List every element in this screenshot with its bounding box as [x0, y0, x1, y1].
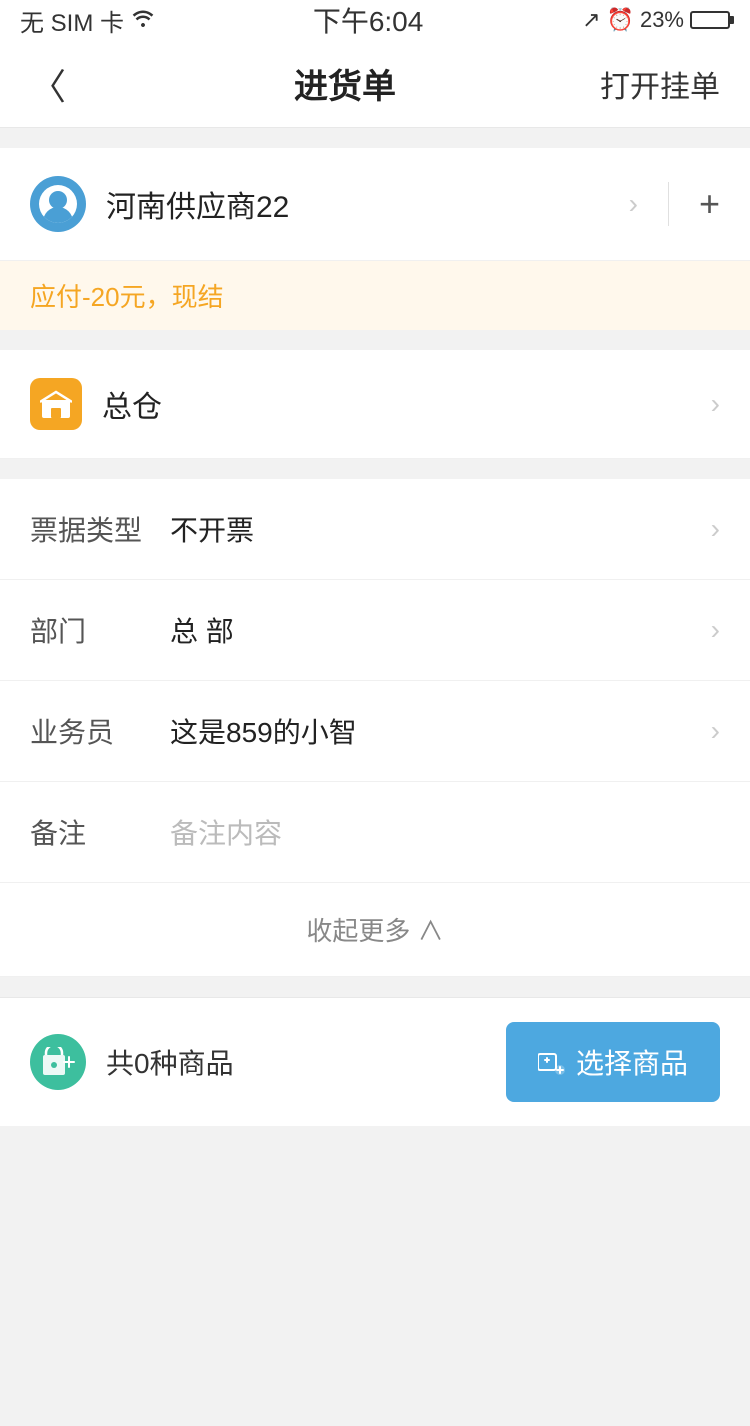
- salesman-value: 这是859的小智: [170, 711, 711, 751]
- product-icon: [30, 1034, 86, 1090]
- product-count: 共0种商品: [106, 1042, 506, 1082]
- salesman-label: 业务员: [30, 711, 170, 751]
- remark-label: 备注: [30, 812, 170, 852]
- department-label: 部门: [30, 610, 170, 650]
- department-row[interactable]: 部门 总 部 ›: [0, 580, 750, 681]
- department-value: 总 部: [170, 610, 711, 650]
- collapse-label: 收起更多 ∧: [306, 911, 443, 948]
- invoice-type-row[interactable]: 票据类型 不开票 ›: [0, 479, 750, 580]
- avatar-body: [43, 207, 73, 223]
- nav-bar: 〈 进货单 打开挂单: [0, 40, 750, 128]
- carrier-label: 无 SIM 卡: [20, 3, 124, 38]
- status-bar: 无 SIM 卡 下午6:04 ↗ ⏰ 23%: [0, 0, 750, 40]
- status-time: 下午6:04: [313, 0, 424, 40]
- gap-3: [0, 459, 750, 479]
- supplier-avatar: [30, 176, 86, 232]
- warehouse-section: 总仓 ›: [0, 350, 750, 459]
- location-icon: ↗: [582, 7, 600, 33]
- warehouse-name: 总仓: [102, 382, 711, 426]
- gap-2: [0, 330, 750, 350]
- notice-bar: 应付-20元，现结: [0, 261, 750, 330]
- status-right: ↗ ⏰ 23%: [582, 7, 730, 33]
- warehouse-chevron-icon: ›: [711, 388, 720, 420]
- add-supplier-button[interactable]: +: [699, 183, 720, 225]
- bottom-area: [0, 1126, 750, 1426]
- warehouse-icon: [30, 378, 82, 430]
- back-button[interactable]: 〈: [30, 58, 90, 110]
- supplier-section: 河南供应商22 › + 应付-20元，现结: [0, 148, 750, 330]
- salesman-chevron-icon: ›: [711, 715, 720, 747]
- page-title: 进货单: [294, 59, 396, 108]
- select-product-button[interactable]: 选择商品: [506, 1022, 720, 1102]
- battery-icon: [690, 11, 730, 29]
- wifi-icon: [132, 6, 154, 34]
- remark-row[interactable]: 备注 备注内容: [0, 782, 750, 883]
- collapse-toggle[interactable]: 收起更多 ∧: [0, 883, 750, 977]
- supplier-name: 河南供应商22: [106, 182, 629, 226]
- status-left: 无 SIM 卡: [20, 3, 154, 38]
- divider: [668, 182, 669, 226]
- gap-1: [0, 128, 750, 148]
- avatar-inner: [39, 185, 77, 223]
- invoice-type-chevron-icon: ›: [711, 513, 720, 545]
- supplier-actions: › +: [629, 182, 720, 226]
- supplier-chevron-icon: ›: [629, 188, 638, 220]
- warehouse-row[interactable]: 总仓 ›: [0, 350, 750, 459]
- notice-text: 应付-20元，现结: [30, 282, 224, 312]
- select-product-icon: [538, 1047, 566, 1078]
- product-section: 共0种商品 选择商品: [0, 997, 750, 1126]
- department-chevron-icon: ›: [711, 614, 720, 646]
- gap-4: [0, 977, 750, 997]
- open-pending-button[interactable]: 打开挂单: [600, 62, 720, 106]
- select-product-label: 选择商品: [576, 1042, 688, 1082]
- invoice-type-label: 票据类型: [30, 509, 170, 549]
- salesman-row[interactable]: 业务员 这是859的小智 ›: [0, 681, 750, 782]
- form-section: 票据类型 不开票 › 部门 总 部 › 业务员 这是859的小智 › 备注 备注…: [0, 479, 750, 977]
- remark-input[interactable]: 备注内容: [170, 812, 720, 852]
- alarm-icon: ⏰: [607, 7, 634, 33]
- supplier-row[interactable]: 河南供应商22 › +: [0, 148, 750, 261]
- invoice-type-value: 不开票: [170, 509, 711, 549]
- battery-pct: 23%: [640, 7, 684, 33]
